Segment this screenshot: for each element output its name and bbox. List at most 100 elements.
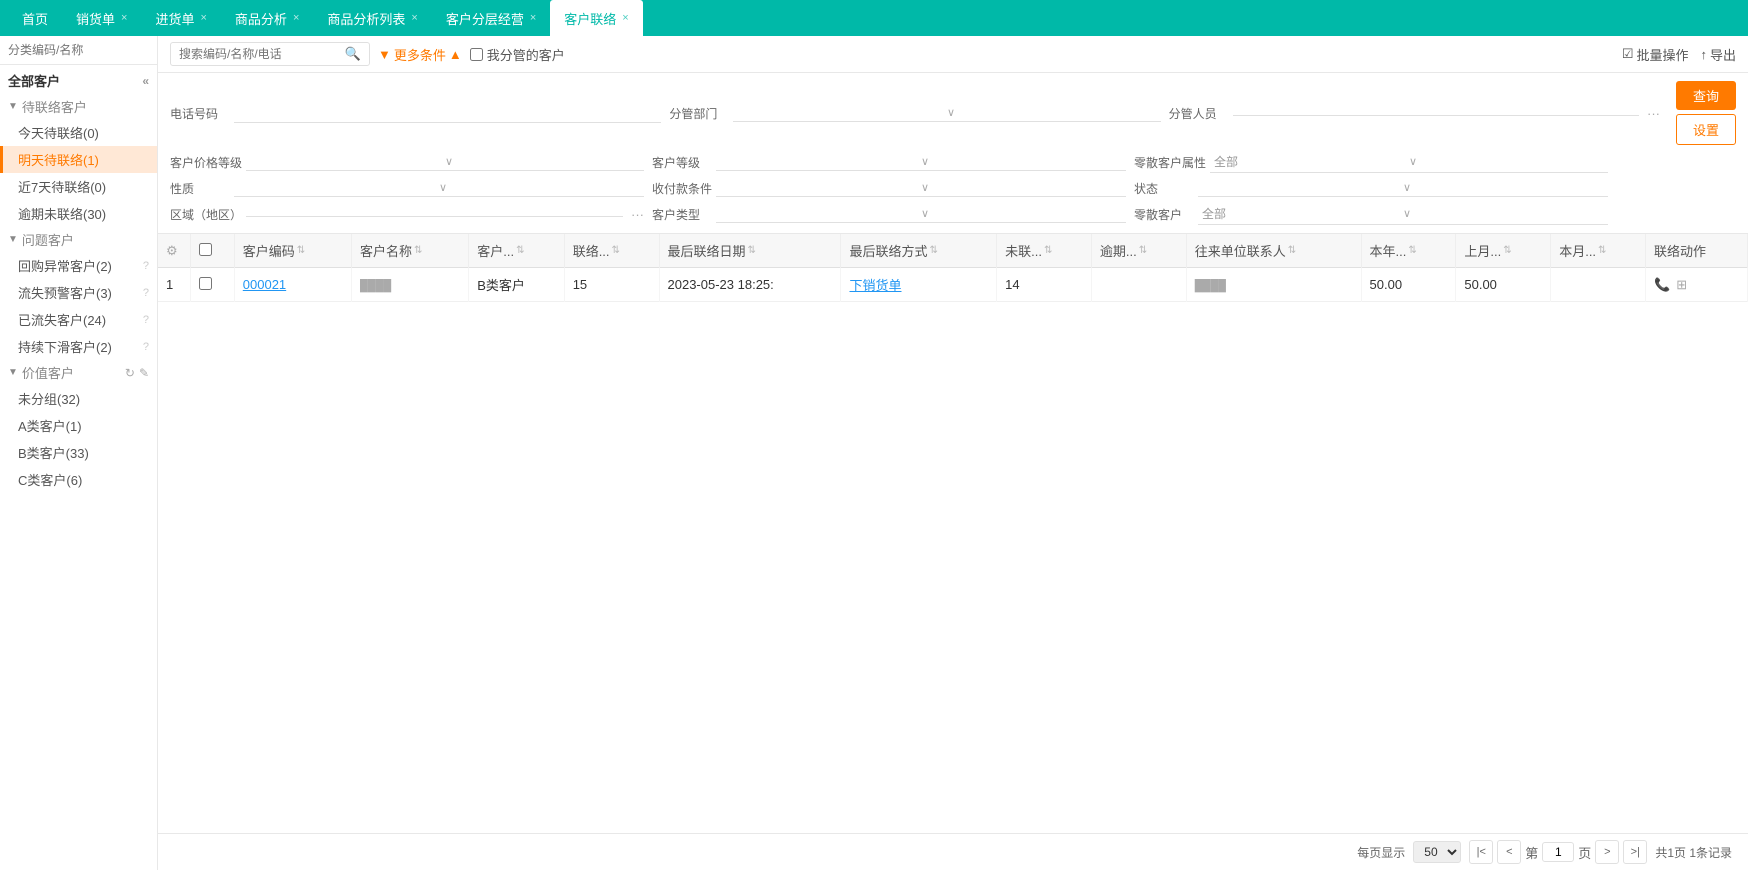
help-icon: ?	[143, 260, 149, 272]
row-code[interactable]: 000021	[234, 268, 351, 302]
my-customers-check[interactable]	[470, 48, 483, 61]
sidebar-search-input[interactable]	[8, 43, 158, 57]
retail-customer-select[interactable]: 全部 ∨	[1198, 203, 1608, 225]
nav-customer-contact[interactable]: 客户联络 ×	[550, 0, 642, 36]
sidebar-item-declining[interactable]: 持续下滑客户(2) ?	[0, 333, 157, 360]
phone-action-icon[interactable]: 📞	[1654, 277, 1670, 293]
filter-manager: 分管人员 ···	[1169, 105, 1660, 122]
sidebar-group-pending-contact[interactable]: ▼ 待联络客户	[0, 94, 157, 119]
search-input[interactable]	[179, 47, 345, 61]
pagination-bar: 每页显示 50 |< < 第 页 > >| 共1页 1条记录	[158, 833, 1748, 870]
row-type: B类客户	[469, 268, 564, 302]
row-last-method[interactable]: 下销货单	[841, 268, 997, 302]
help-icon: ?	[143, 341, 149, 353]
page-number-input[interactable]	[1542, 842, 1574, 862]
row-checkbox-cell	[190, 268, 234, 302]
refresh-icon[interactable]: ↻	[125, 366, 135, 380]
col-type[interactable]: 客户... ⇅	[469, 234, 564, 268]
col-name[interactable]: 客户名称 ⇅	[352, 234, 469, 268]
nav-home[interactable]: 首页	[8, 0, 62, 36]
close-icon[interactable]: ×	[622, 12, 628, 24]
data-table-container: ⚙ 客户编码 ⇅ 客户名称	[158, 234, 1748, 833]
customer-type-select[interactable]: ∨	[716, 205, 1126, 223]
col-uncontacted[interactable]: 未联... ⇅	[997, 234, 1092, 268]
customer-level-select[interactable]: ∨	[716, 153, 1126, 171]
grid-action-icon[interactable]: ⊞	[1676, 277, 1687, 293]
page-size-select[interactable]: 50	[1413, 841, 1461, 863]
table-row: 1 000021 ████ B类客户 15 2023-05-23 18:25:	[158, 268, 1748, 302]
nav-sales-order[interactable]: 销货单 ×	[62, 0, 141, 36]
nav-purchase-order[interactable]: 进货单 ×	[141, 0, 220, 36]
export-button[interactable]: ↑ 导出	[1700, 45, 1736, 64]
filter-icon: ▼	[378, 47, 391, 62]
row-checkbox[interactable]	[199, 277, 212, 290]
more-filter-button[interactable]: ▼ 更多条件 ▲	[378, 45, 462, 64]
sidebar-item-tomorrow-contact[interactable]: 明天待联络(1)	[0, 146, 157, 173]
sort-icon: ⇅	[297, 245, 305, 256]
select-all-checkbox[interactable]	[199, 243, 212, 256]
phone-input[interactable]	[234, 104, 661, 123]
close-icon[interactable]: ×	[411, 12, 417, 24]
col-this-month[interactable]: 本月... ⇅	[1551, 234, 1646, 268]
col-last-date[interactable]: 最后联络日期 ⇅	[659, 234, 841, 268]
chevron-down-icon: ∨	[1403, 181, 1604, 194]
sidebar-item-7days-contact[interactable]: 近7天待联络(0)	[0, 173, 157, 200]
prev-page-button[interactable]: <	[1497, 840, 1521, 864]
status-select[interactable]: ∨	[1198, 179, 1608, 197]
manager-select[interactable]	[1233, 111, 1639, 116]
last-page-button[interactable]: >|	[1623, 840, 1647, 864]
search-icon[interactable]: 🔍	[345, 46, 361, 62]
nav-customer-layered[interactable]: 客户分层经营 ×	[432, 0, 550, 36]
more-options-icon[interactable]: ···	[1647, 106, 1660, 121]
chevron-down-icon: ∨	[445, 155, 640, 168]
sidebar-item-c-class[interactable]: C类客户(6)	[0, 466, 157, 493]
sidebar-item-a-class[interactable]: A类客户(1)	[0, 412, 157, 439]
batch-operation-button[interactable]: ☑ 批量操作	[1622, 45, 1689, 64]
sidebar-item-repurchase-abnormal[interactable]: 回购异常客户(2) ?	[0, 252, 157, 279]
sort-icon: ⇅	[748, 245, 756, 256]
retail-attr-select[interactable]: 全部 ∨	[1210, 151, 1608, 173]
col-code[interactable]: 客户编码 ⇅	[234, 234, 351, 268]
filter-phone: 电话号码	[170, 104, 661, 123]
close-icon[interactable]: ×	[530, 12, 536, 24]
chevron-down-icon: ∨	[439, 181, 640, 194]
sidebar-item-overdue-contact[interactable]: 逾期未联络(30)	[0, 200, 157, 227]
col-contact-person[interactable]: 往来单位联系人 ⇅	[1186, 234, 1361, 268]
close-icon[interactable]: ×	[121, 12, 127, 24]
collapse-icon[interactable]: «	[142, 74, 149, 88]
set-button[interactable]: 设置	[1676, 114, 1736, 145]
filter-row-2: 客户价格等级 ∨ 客户等级 ∨ 零散客户属性 全部	[170, 151, 1736, 173]
dept-select[interactable]: ∨	[733, 104, 1160, 122]
sidebar-item-ungrouped[interactable]: 未分组(32)	[0, 385, 157, 412]
sidebar-group-value-customers[interactable]: ▼ 价值客户 ↻ ✎	[0, 360, 157, 385]
close-icon[interactable]: ×	[200, 12, 206, 24]
col-last-month[interactable]: 上月... ⇅	[1456, 234, 1551, 268]
row-last-date: 2023-05-23 18:25:	[659, 268, 841, 302]
row-index: 1	[158, 268, 190, 302]
col-overdue[interactable]: 逾期... ⇅	[1091, 234, 1186, 268]
payment-select[interactable]: ∨	[716, 179, 1126, 197]
next-page-button[interactable]: >	[1595, 840, 1619, 864]
sidebar-item-today-contact[interactable]: 今天待联络(0)	[0, 119, 157, 146]
query-button[interactable]: 查询	[1676, 81, 1736, 110]
sidebar-item-b-class[interactable]: B类客户(33)	[0, 439, 157, 466]
main-layout: 🔍 全部客户 « ▼ 待联络客户 今天待联络(0) 明天待联络(1) 近7天待联…	[0, 36, 1748, 870]
nav-product-analysis-list[interactable]: 商品分析列表 ×	[313, 0, 431, 36]
sidebar-group-problem-customers[interactable]: ▼ 问题客户	[0, 227, 157, 252]
more-options-icon[interactable]: ···	[631, 207, 644, 222]
col-this-year[interactable]: 本年... ⇅	[1361, 234, 1456, 268]
price-level-select[interactable]: ∨	[246, 153, 644, 171]
all-customers-title: 全部客户 «	[0, 65, 157, 94]
gear-icon[interactable]: ⚙	[166, 243, 178, 258]
sidebar-item-churn-warning[interactable]: 流失预警客户(3) ?	[0, 279, 157, 306]
first-page-button[interactable]: |<	[1469, 840, 1493, 864]
close-icon[interactable]: ×	[293, 12, 299, 24]
col-last-method[interactable]: 最后联络方式 ⇅	[841, 234, 997, 268]
col-contacts[interactable]: 联络... ⇅	[564, 234, 659, 268]
nav-product-analysis[interactable]: 商品分析 ×	[221, 0, 313, 36]
my-customers-checkbox[interactable]: 我分管的客户	[470, 45, 565, 64]
sidebar-item-churned[interactable]: 已流失客户(24) ?	[0, 306, 157, 333]
edit-icon[interactable]: ✎	[139, 366, 149, 380]
region-select[interactable]	[246, 212, 623, 217]
nature-select[interactable]: ∨	[234, 179, 644, 197]
